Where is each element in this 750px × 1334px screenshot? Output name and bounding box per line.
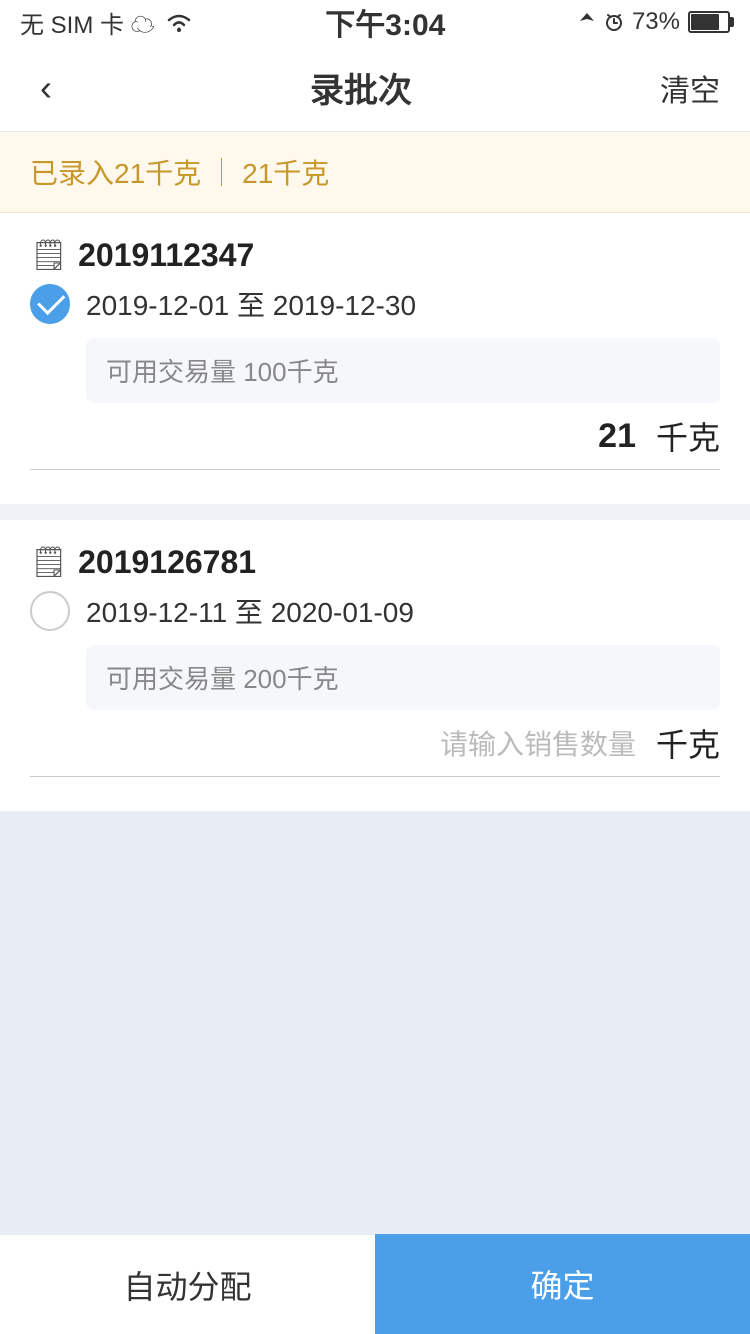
page-title: 录批次 bbox=[310, 63, 412, 112]
batch-doc-icon-2: 🗒 bbox=[30, 545, 68, 580]
batch-availability-2: 可用交易量 200千克 bbox=[86, 645, 720, 710]
batch-quantity-placeholder-2: 请输入销售数量 bbox=[376, 723, 636, 763]
batch-item-1: 🗒 2019112347 2019-12-01 至 2019-12-30 可用交… bbox=[0, 213, 750, 504]
batch-unit-2: 千克 bbox=[656, 720, 720, 766]
battery-icon bbox=[688, 11, 730, 33]
bottom-bar: 自动分配 确定 bbox=[0, 1234, 750, 1334]
summary-amount: 21千克 bbox=[242, 152, 329, 192]
batch-quantity-row-2: 请输入销售数量 千克 bbox=[30, 720, 720, 777]
clear-button[interactable]: 清空 bbox=[660, 66, 720, 110]
status-right: 73% bbox=[578, 8, 730, 36]
batch-quantity-row-1: 千克 bbox=[30, 413, 720, 470]
batch-date-1: 2019-12-01 至 2019-12-30 bbox=[86, 284, 416, 324]
summary-banner: 已录入21千克 21千克 bbox=[0, 132, 750, 213]
batch-date-row-2: 2019-12-11 至 2020-01-09 bbox=[30, 591, 720, 631]
status-time: 下午3:04 bbox=[325, 0, 445, 44]
batch-date-row-1: 2019-12-01 至 2019-12-30 bbox=[30, 284, 720, 324]
status-left: 无 SIM 卡 ☁ bbox=[20, 5, 193, 40]
batch-item-2: 🗒 2019126781 2019-12-11 至 2020-01-09 可用交… bbox=[0, 520, 750, 811]
batch-date-2: 2019-12-11 至 2020-01-09 bbox=[86, 591, 414, 631]
summary-divider bbox=[221, 158, 222, 186]
batch-radio-1[interactable] bbox=[30, 284, 70, 324]
status-bar: 无 SIM 卡 ☁ 下午3:04 73% bbox=[0, 0, 750, 44]
batch-quantity-input-1[interactable] bbox=[516, 417, 636, 456]
confirm-button[interactable]: 确定 bbox=[375, 1234, 750, 1334]
section-divider-2 bbox=[0, 811, 750, 1234]
wifi-icon bbox=[165, 11, 193, 33]
batch-id-1: 2019112347 bbox=[78, 237, 254, 274]
batch-doc-icon-1: 🗒 bbox=[30, 238, 68, 273]
batch-availability-1: 可用交易量 100千克 bbox=[86, 338, 720, 403]
no-sim-text: 无 SIM 卡 ☁ bbox=[20, 5, 155, 40]
section-divider-1 bbox=[0, 504, 750, 520]
back-button[interactable]: ‹ bbox=[30, 57, 62, 119]
auto-distribute-button[interactable]: 自动分配 bbox=[0, 1234, 375, 1334]
alarm-icon bbox=[604, 11, 624, 33]
batch-unit-1: 千克 bbox=[656, 413, 720, 459]
batch-header-2: 🗒 2019126781 bbox=[30, 544, 720, 581]
location-icon bbox=[578, 11, 596, 33]
summary-recorded: 已录入21千克 bbox=[30, 152, 201, 192]
batch-id-2: 2019126781 bbox=[78, 544, 256, 581]
nav-bar: ‹ 录批次 清空 bbox=[0, 44, 750, 132]
batch-header-1: 🗒 2019112347 bbox=[30, 237, 720, 274]
battery-percent: 73% bbox=[632, 8, 680, 36]
batch-radio-2[interactable] bbox=[30, 591, 70, 631]
